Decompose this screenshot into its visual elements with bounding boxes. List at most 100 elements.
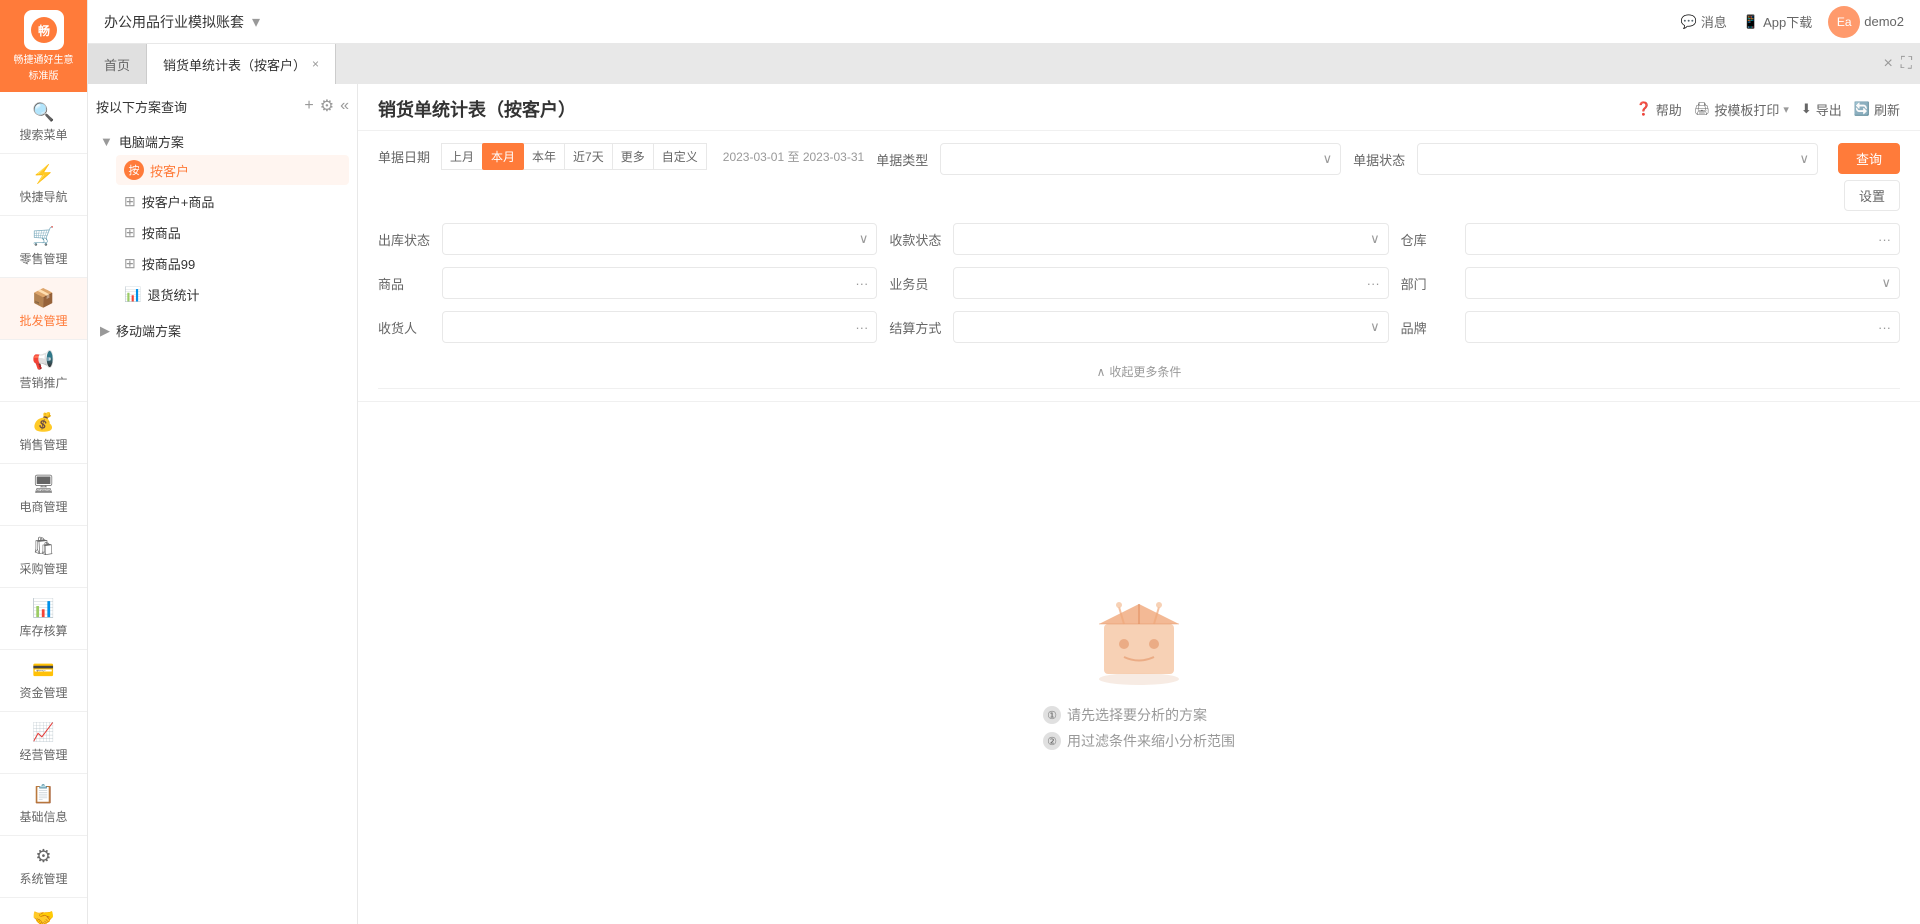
- settings-scheme-icon[interactable]: ⚙: [320, 96, 334, 116]
- page-title-bar: 销货单统计表（按客户） ❓ 帮助 🖨 按模板打印 ▾ ⬇ 导出: [358, 84, 1920, 131]
- finance-icon: 💳: [32, 660, 54, 681]
- tree-leaf-by-goods99[interactable]: ⊞ 按商品99: [116, 249, 349, 278]
- tab-close-icon[interactable]: ×: [312, 57, 319, 71]
- app-logo: 畅 畅捷通好生意 标准版: [0, 0, 87, 92]
- date-tab-more[interactable]: 更多: [612, 143, 654, 170]
- user-btn[interactable]: Ea demo2: [1828, 6, 1904, 38]
- page-title: 销货单统计表（按客户）: [378, 96, 576, 122]
- date-tab-last-7[interactable]: 近7天: [564, 143, 613, 170]
- app-sub: 标准版: [29, 67, 59, 82]
- date-tab-this-year[interactable]: 本年: [523, 143, 565, 170]
- sidebar-item-label: 基础信息: [19, 808, 67, 825]
- tree-leaf-by-customer[interactable]: 按 按客户: [116, 155, 349, 185]
- leaf-grid-icon1: ⊞: [124, 193, 136, 210]
- tabbar: 首页 销货单统计表（按客户） × × ⛶: [88, 44, 1920, 84]
- tab-maximize-icon[interactable]: ⛶: [1901, 55, 1912, 73]
- sidebar-item-quicknav[interactable]: ⚡ 快捷导航: [0, 154, 87, 216]
- print-btn[interactable]: 🖨 按模板打印 ▾: [1694, 100, 1789, 119]
- tip-num-1: ①: [1043, 706, 1061, 724]
- add-scheme-icon[interactable]: +: [304, 97, 313, 115]
- date-tab-last-month[interactable]: 上月: [441, 143, 483, 170]
- department-select[interactable]: ∨: [1465, 267, 1900, 299]
- sidebar-item-purchase[interactable]: 🛍 采购管理: [0, 526, 87, 588]
- collapse-bar[interactable]: ∧ 收起更多条件: [378, 355, 1900, 389]
- sidebar-item-marketing[interactable]: 📢 营销推广: [0, 340, 87, 402]
- avatar: Ea: [1828, 6, 1860, 38]
- sidebar-item-retail[interactable]: 🛒 零售管理: [0, 216, 87, 278]
- message-btn[interactable]: 💬 消息: [1681, 12, 1727, 31]
- empty-tips: ① 请先选择要分析的方案 ② 用过滤条件来缩小分析范围: [1043, 705, 1235, 757]
- tree-leaf-by-goods[interactable]: ⊞ 按商品: [116, 218, 349, 247]
- tab-home-label: 首页: [104, 55, 130, 74]
- warehouse-ellipsis: ···: [1878, 232, 1891, 247]
- sidebar-item-finance[interactable]: 💳 资金管理: [0, 650, 87, 712]
- tree-leaf-label: 按客户: [150, 161, 189, 180]
- export-btn[interactable]: ⬇ 导出: [1801, 100, 1842, 119]
- tree-group-mobile-header[interactable]: ▶ 移动端方案: [96, 317, 349, 344]
- refresh-btn[interactable]: 🔄 刷新: [1854, 100, 1900, 119]
- leaf-bar-icon: 📊: [124, 286, 141, 303]
- doc-type-select[interactable]: ∨: [940, 143, 1341, 175]
- management-icon: 📈: [32, 722, 54, 743]
- left-panel: 按以下方案查询 + ⚙ « ▼ 电脑端方案 按: [88, 84, 358, 924]
- out-status-select[interactable]: ∨: [442, 223, 877, 255]
- brand-label: 品牌: [1401, 318, 1457, 337]
- settings-button[interactable]: 设置: [1844, 180, 1900, 211]
- search-icon: 🔍: [32, 102, 54, 123]
- sidebar-item-management[interactable]: 📈 经营管理: [0, 712, 87, 774]
- filter-area: 单据日期 上月 本月 本年 近7天 更多 自定义 2023-03-01 至 20…: [358, 131, 1920, 402]
- sidebar-item-search[interactable]: 🔍 搜索菜单: [0, 92, 87, 154]
- tree-leaf-by-customer-goods[interactable]: ⊞ 按客户+商品: [116, 187, 349, 216]
- tree-group-desktop-header[interactable]: ▼ 电脑端方案: [96, 128, 349, 155]
- recipient-select[interactable]: ···: [442, 311, 877, 343]
- marketing-icon: 📢: [32, 350, 54, 371]
- receipt-status-label: 收款状态: [889, 230, 945, 249]
- help-btn[interactable]: ❓ 帮助: [1636, 100, 1682, 119]
- doc-status-label: 单据状态: [1353, 150, 1409, 169]
- goods-select[interactable]: ···: [442, 267, 877, 299]
- tab-sales-stats[interactable]: 销货单统计表（按客户） ×: [147, 44, 336, 84]
- brand-select[interactable]: ···: [1465, 311, 1900, 343]
- salesperson-select[interactable]: ···: [953, 267, 1388, 299]
- date-tabs: 上月 本月 本年 近7天 更多 自定义: [442, 143, 707, 170]
- filter-buttons: 查询 设置: [1838, 143, 1900, 211]
- department-label: 部门: [1401, 274, 1457, 293]
- app-download-btn[interactable]: 📱 App下载: [1743, 12, 1812, 31]
- sidebar-item-basic-info[interactable]: 📋 基础信息: [0, 774, 87, 836]
- sidebar-item-system[interactable]: ⚙ 系统管理: [0, 836, 87, 898]
- date-tab-this-month[interactable]: 本月: [482, 143, 524, 170]
- tab-home[interactable]: 首页: [88, 44, 147, 84]
- date-tab-custom[interactable]: 自定义: [653, 143, 707, 170]
- tab-window-actions: × ⛶: [1883, 55, 1920, 73]
- tree-leaf-return-stats[interactable]: 📊 退货统计: [116, 280, 349, 309]
- doc-status-select[interactable]: ∨: [1417, 143, 1818, 175]
- sidebar-item-inventory[interactable]: 📊 库存核算: [0, 588, 87, 650]
- sidebar-item-sales[interactable]: 💰 销售管理: [0, 402, 87, 464]
- tab-sales-stats-label: 销货单统计表（按客户）: [163, 55, 306, 74]
- tab-close-window-icon[interactable]: ×: [1883, 55, 1892, 73]
- right-panel: 销货单统计表（按客户） ❓ 帮助 🖨 按模板打印 ▾ ⬇ 导出: [358, 84, 1920, 924]
- dropdown-icon[interactable]: ▾: [252, 12, 260, 32]
- sidebar-item-label: 营销推广: [19, 374, 67, 391]
- collapse-panel-icon[interactable]: «: [340, 97, 349, 115]
- message-icon: 💬: [1681, 14, 1697, 30]
- page-actions: ❓ 帮助 🖨 按模板打印 ▾ ⬇ 导出 🔄 刷新: [1636, 100, 1900, 119]
- sidebar-item-label: 搜索菜单: [19, 126, 67, 143]
- sidebar-item-ecommerce[interactable]: 🖥 电商管理: [0, 464, 87, 526]
- tree-group-label: 电脑端方案: [119, 132, 184, 151]
- page-wrapper: 按以下方案查询 + ⚙ « ▼ 电脑端方案 按: [88, 84, 1920, 924]
- collapse-up-icon: ∧: [1097, 365, 1106, 379]
- warehouse-select[interactable]: ···: [1465, 223, 1900, 255]
- print-dropdown-icon[interactable]: ▾: [1783, 103, 1789, 116]
- query-button[interactable]: 查询: [1838, 143, 1900, 174]
- recipient-ellipsis: ···: [855, 320, 868, 335]
- left-panel-title: 按以下方案查询: [96, 97, 187, 116]
- tree-leaf-label: 退货统计: [147, 285, 199, 304]
- tree-leaf-label: 按商品99: [142, 254, 195, 273]
- sidebar-item-label: 系统管理: [19, 870, 67, 887]
- industry-title: 办公用品行业模拟账套: [104, 12, 244, 32]
- sidebar-item-wholesale[interactable]: 📦 批发管理: [0, 278, 87, 340]
- receipt-status-select[interactable]: ∨: [953, 223, 1388, 255]
- sidebar-item-enterprise[interactable]: 🤝 企业协同: [0, 898, 87, 924]
- settlement-select[interactable]: ∨: [953, 311, 1388, 343]
